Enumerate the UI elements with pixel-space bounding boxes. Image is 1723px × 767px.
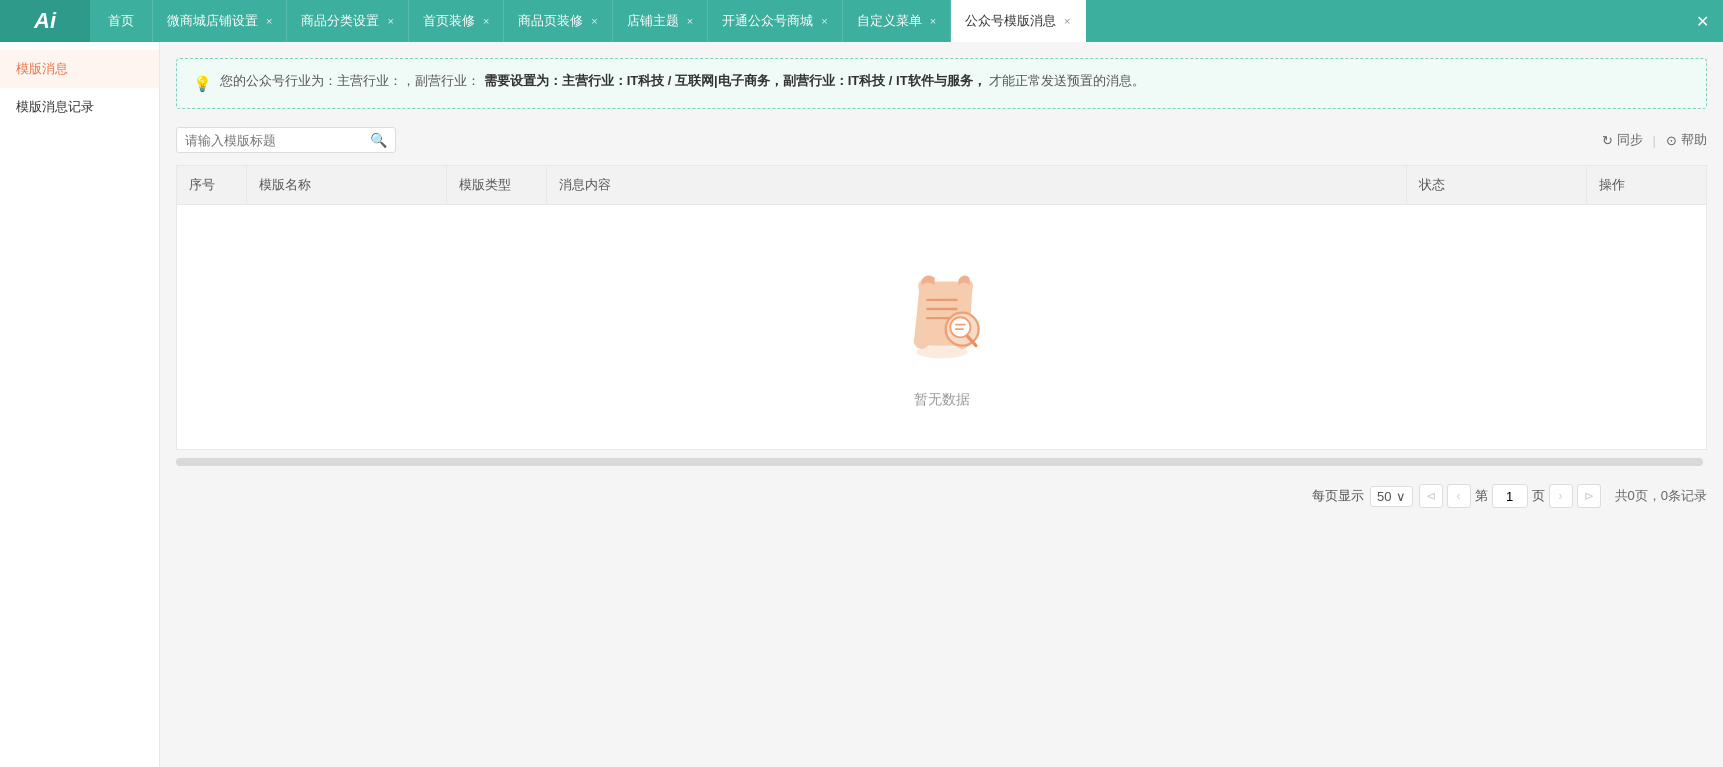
- search-input[interactable]: [185, 133, 364, 148]
- page-size-value: 50: [1377, 489, 1391, 504]
- svg-point-5: [950, 317, 970, 337]
- tab-label-product-category: 商品分类设置: [301, 12, 379, 30]
- tab-label-shop-theme: 店铺主题: [627, 12, 679, 30]
- page-total: 共0页，0条记录: [1615, 487, 1707, 505]
- tab-product-category[interactable]: 商品分类设置 ×: [287, 0, 408, 42]
- main-layout: 模版消息模版消息记录 💡 您的公众号行业为：主营行业：，副营行业： 需要设置为：…: [0, 42, 1723, 767]
- tab-close-custom-menu[interactable]: ×: [930, 15, 936, 27]
- top-nav: Ai 首页微商城店铺设置×商品分类设置×首页装修×商品页装修×店铺主题×开通公众…: [0, 0, 1723, 42]
- tab-label-open-mall: 开通公众号商城: [722, 12, 813, 30]
- sync-icon: ↻: [1602, 133, 1613, 148]
- empty-illustration: [887, 265, 997, 375]
- tab-close-product-decor[interactable]: ×: [591, 15, 597, 27]
- col-header-seq: 序号: [177, 166, 247, 205]
- tab-label-home: 首页: [108, 12, 134, 30]
- empty-state: 暂无数据: [177, 205, 1706, 449]
- tab-label-home-decor: 首页装修: [423, 12, 475, 30]
- sidebar: 模版消息模版消息记录: [0, 42, 160, 767]
- tab-home-decor[interactable]: 首页装修 ×: [409, 0, 504, 42]
- tab-close-product-category[interactable]: ×: [387, 15, 393, 27]
- page-size-chevron: ∨: [1396, 489, 1406, 504]
- toolbar: 🔍 ↻ 同步 | ⊙ 帮助: [176, 127, 1707, 153]
- sidebar-item-template-msg[interactable]: 模版消息: [0, 50, 159, 88]
- page-nav: ⊲ ‹ 第 页 › ⊳: [1419, 484, 1601, 508]
- tab-open-mall[interactable]: 开通公众号商城 ×: [708, 0, 842, 42]
- app-logo: Ai: [0, 0, 90, 42]
- help-button[interactable]: ⊙ 帮助: [1666, 131, 1707, 149]
- data-table: 序号模版名称模版类型消息内容状态操作: [176, 165, 1707, 450]
- table-header: 序号模版名称模版类型消息内容状态操作: [177, 166, 1707, 205]
- tab-label-template-msg: 公众号模版消息: [965, 12, 1056, 30]
- close-all-button[interactable]: ✕: [1682, 12, 1723, 31]
- col-header-status: 状态: [1407, 166, 1587, 205]
- divider: |: [1653, 133, 1656, 148]
- tab-close-shop-theme[interactable]: ×: [687, 15, 693, 27]
- tab-custom-menu[interactable]: 自定义菜单 ×: [843, 0, 951, 42]
- tab-label-product-decor: 商品页装修: [518, 12, 583, 30]
- help-label: 帮助: [1681, 131, 1707, 149]
- empty-text: 暂无数据: [914, 391, 970, 409]
- search-icon[interactable]: 🔍: [370, 132, 387, 148]
- notice-suffix: 才能正常发送预置的消息。: [989, 73, 1145, 88]
- notice-text: 您的公众号行业为：主营行业：，副营行业： 需要设置为：主营行业：IT科技 / 互…: [220, 71, 1145, 92]
- content-area: 💡 您的公众号行业为：主营行业：，副营行业： 需要设置为：主营行业：IT科技 /…: [160, 42, 1723, 767]
- sync-label: 同步: [1617, 131, 1643, 149]
- last-page-button[interactable]: ⊳: [1577, 484, 1601, 508]
- tab-shop-settings[interactable]: 微商城店铺设置 ×: [153, 0, 287, 42]
- tab-close-template-msg[interactable]: ×: [1064, 15, 1070, 27]
- notice-box: 💡 您的公众号行业为：主营行业：，副营行业： 需要设置为：主营行业：IT科技 /…: [176, 58, 1707, 109]
- page-input[interactable]: [1492, 484, 1528, 508]
- prev-page-button[interactable]: ‹: [1447, 484, 1471, 508]
- tab-label-shop-settings: 微商城店铺设置: [167, 12, 258, 30]
- page-size-select[interactable]: 50 ∨: [1370, 486, 1412, 507]
- sidebar-item-template-msg-record[interactable]: 模版消息记录: [0, 88, 159, 126]
- page-unit: 页: [1532, 487, 1545, 505]
- notice-icon: 💡: [193, 72, 212, 96]
- help-icon: ⊙: [1666, 133, 1677, 148]
- search-box[interactable]: 🔍: [176, 127, 396, 153]
- tab-shop-theme[interactable]: 店铺主题 ×: [613, 0, 708, 42]
- empty-row: 暂无数据: [177, 205, 1707, 450]
- table-body: 暂无数据: [177, 205, 1707, 450]
- first-page-button[interactable]: ⊲: [1419, 484, 1443, 508]
- toolbar-right: ↻ 同步 | ⊙ 帮助: [1602, 131, 1707, 149]
- sync-button[interactable]: ↻ 同步: [1602, 131, 1643, 149]
- tab-template-msg[interactable]: 公众号模版消息 ×: [951, 0, 1085, 42]
- page-size-label: 每页显示: [1312, 487, 1364, 505]
- pagination: 每页显示 50 ∨ ⊲ ‹ 第 页 › ⊳ 共0页，0条记录: [176, 474, 1707, 512]
- col-header-content: 消息内容: [547, 166, 1407, 205]
- tab-product-decor[interactable]: 商品页装修 ×: [504, 0, 612, 42]
- tabs-container: 首页微商城店铺设置×商品分类设置×首页装修×商品页装修×店铺主题×开通公众号商城…: [90, 0, 1682, 42]
- col-header-type: 模版类型: [447, 166, 547, 205]
- tab-close-home-decor[interactable]: ×: [483, 15, 489, 27]
- tab-close-shop-settings[interactable]: ×: [266, 15, 272, 27]
- tab-close-open-mall[interactable]: ×: [821, 15, 827, 27]
- notice-highlight: 需要设置为：主营行业：IT科技 / 互联网|电子商务，副营行业：IT科技 / I…: [484, 73, 986, 88]
- next-page-button[interactable]: ›: [1549, 484, 1573, 508]
- notice-prefix: 您的公众号行业为：主营行业：，副营行业：: [220, 73, 480, 88]
- horizontal-scrollbar[interactable]: [176, 458, 1703, 466]
- tab-home[interactable]: 首页: [90, 0, 153, 42]
- col-header-name: 模版名称: [247, 166, 447, 205]
- col-header-action: 操作: [1587, 166, 1707, 205]
- table-header-row: 序号模版名称模版类型消息内容状态操作: [177, 166, 1707, 205]
- empty-cell: 暂无数据: [177, 205, 1707, 450]
- page-di-label: 第: [1475, 487, 1488, 505]
- tab-label-custom-menu: 自定义菜单: [857, 12, 922, 30]
